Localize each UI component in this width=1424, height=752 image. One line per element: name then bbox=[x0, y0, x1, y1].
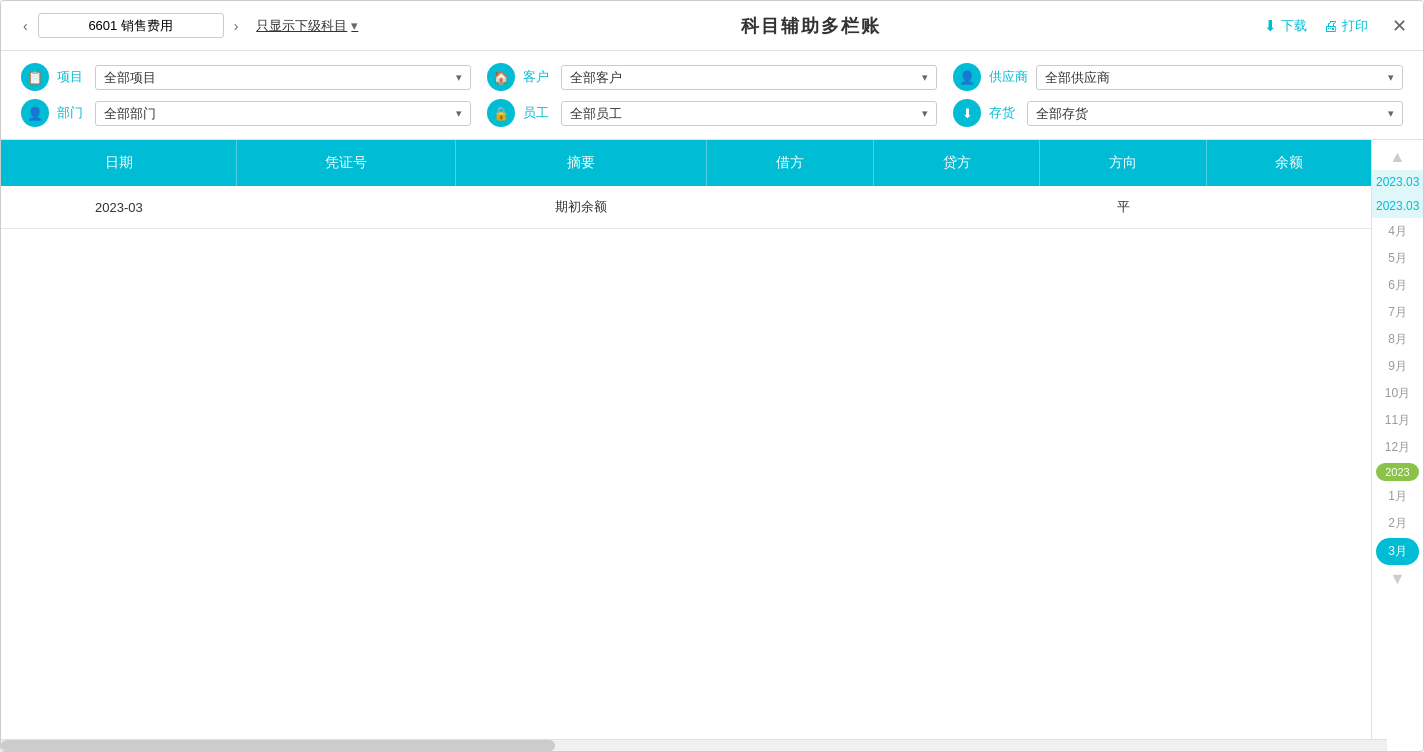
filter-item-employee: 🔒 员工 全部员工 ▾ bbox=[479, 95, 945, 131]
h-scrollbar-thumb[interactable] bbox=[1, 740, 555, 751]
timeline-month-5[interactable]: 5月 bbox=[1372, 245, 1423, 272]
customer-icon: 🏠 bbox=[487, 63, 515, 91]
timeline-month-8[interactable]: 8月 bbox=[1372, 326, 1423, 353]
project-select-wrapper[interactable]: 全部项目 ▾ bbox=[95, 65, 471, 90]
page-title: 科目辅助多栏账 bbox=[358, 14, 1264, 38]
timeline-month-9[interactable]: 9月 bbox=[1372, 353, 1423, 380]
employee-select-wrapper[interactable]: 全部员工 ▾ bbox=[561, 101, 937, 126]
timeline-month-4[interactable]: 4月 bbox=[1372, 218, 1423, 245]
col-credit: 贷方 bbox=[873, 140, 1040, 186]
toolbar-actions: ⬇ 下载 🖨 打印 ✕ bbox=[1264, 15, 1407, 37]
timeline-month-3-active[interactable]: 3月 bbox=[1376, 538, 1419, 565]
close-btn[interactable]: ✕ bbox=[1392, 15, 1407, 37]
col-summary: 摘要 bbox=[455, 140, 707, 186]
title-bar: ‹ › 只显示下级科目 ▾ 科目辅助多栏账 ⬇ 下载 🖨 打印 ✕ bbox=[1, 1, 1423, 51]
timeline-month-10[interactable]: 10月 bbox=[1372, 380, 1423, 407]
table-row: 2023-03 期初余额 平 bbox=[1, 186, 1371, 229]
col-voucher: 凭证号 bbox=[237, 140, 455, 186]
customer-select-wrapper[interactable]: 全部客户 ▾ bbox=[561, 65, 937, 90]
timeline-month-6[interactable]: 6月 bbox=[1372, 272, 1423, 299]
timeline-month-7[interactable]: 7月 bbox=[1372, 299, 1423, 326]
chevron-down-icon: ▾ bbox=[351, 18, 358, 33]
cell-direction: 平 bbox=[1040, 186, 1207, 229]
col-debit: 借方 bbox=[707, 140, 874, 186]
timeline-up-btn[interactable]: ▲ bbox=[1372, 144, 1423, 170]
inventory-icon: ⬇ bbox=[953, 99, 981, 127]
cell-credit bbox=[873, 186, 1040, 229]
customer-label: 客户 bbox=[523, 68, 553, 86]
project-label: 项目 bbox=[57, 68, 87, 86]
timeline-month-12[interactable]: 12月 bbox=[1372, 434, 1423, 461]
h-scrollbar[interactable] bbox=[1, 739, 1387, 751]
department-select[interactable]: 全部部门 bbox=[104, 106, 462, 121]
cell-balance bbox=[1206, 186, 1371, 229]
print-icon: 🖨 bbox=[1323, 17, 1338, 34]
inventory-label: 存货 bbox=[989, 104, 1019, 122]
timeline-down-btn[interactable]: ▼ bbox=[1372, 566, 1423, 592]
employee-select[interactable]: 全部员工 bbox=[570, 106, 928, 121]
download-btn[interactable]: ⬇ 下载 bbox=[1264, 17, 1307, 35]
col-direction: 方向 bbox=[1040, 140, 1207, 186]
account-code-input[interactable] bbox=[38, 13, 224, 38]
col-date: 日期 bbox=[1, 140, 237, 186]
table-header-row: 日期 凭证号 摘要 借方 贷方 方向 余额 bbox=[1, 140, 1371, 186]
timeline-month-2[interactable]: 2月 bbox=[1372, 510, 1423, 537]
next-account-btn[interactable]: › bbox=[228, 16, 245, 36]
filter-item-department: 👤 部门 全部部门 ▾ bbox=[13, 95, 479, 131]
prev-account-btn[interactable]: ‹ bbox=[17, 16, 34, 36]
timeline-panel: ▲ 2023.03 2023.03 4月 5月 6月 7月 8月 9月 10月 … bbox=[1371, 140, 1423, 739]
download-label: 下载 bbox=[1281, 17, 1307, 35]
show-sub-filter-btn[interactable]: 只显示下级科目 ▾ bbox=[256, 17, 358, 35]
inventory-select[interactable]: 全部存货 bbox=[1036, 106, 1394, 121]
filter-item-inventory: ⬇ 存货 全部存货 ▾ bbox=[945, 95, 1411, 131]
print-btn[interactable]: 🖨 打印 bbox=[1323, 17, 1368, 35]
timeline-year-2023[interactable]: 2023 bbox=[1376, 463, 1419, 481]
show-sub-filter-label: 只显示下级科目 bbox=[256, 17, 347, 35]
ledger-table: 日期 凭证号 摘要 借方 贷方 方向 余额 2023-03 期初余额 bbox=[1, 140, 1371, 229]
cell-debit bbox=[707, 186, 874, 229]
timeline-range-end[interactable]: 2023.03 bbox=[1372, 194, 1423, 218]
filter-item-supplier: 👤 供应商 全部供应商 ▾ bbox=[945, 59, 1411, 95]
supplier-label: 供应商 bbox=[989, 68, 1028, 86]
timeline-month-1[interactable]: 1月 bbox=[1372, 483, 1423, 510]
supplier-select-wrapper[interactable]: 全部供应商 ▾ bbox=[1036, 65, 1403, 90]
download-icon: ⬇ bbox=[1264, 17, 1277, 35]
timeline-range-start[interactable]: 2023.03 bbox=[1372, 170, 1423, 194]
col-balance: 余额 bbox=[1206, 140, 1371, 186]
table-area: 日期 凭证号 摘要 借方 贷方 方向 余额 2023-03 期初余额 bbox=[1, 140, 1423, 739]
employee-icon: 🔒 bbox=[487, 99, 515, 127]
cell-date: 2023-03 bbox=[1, 186, 237, 229]
table-wrapper[interactable]: 日期 凭证号 摘要 借方 贷方 方向 余额 2023-03 期初余额 bbox=[1, 140, 1371, 739]
filter-item-project: 📋 项目 全部项目 ▾ bbox=[13, 59, 479, 95]
customer-select[interactable]: 全部客户 bbox=[570, 70, 928, 85]
department-select-wrapper[interactable]: 全部部门 ▾ bbox=[95, 101, 471, 126]
supplier-icon: 👤 bbox=[953, 63, 981, 91]
main-window: ‹ › 只显示下级科目 ▾ 科目辅助多栏账 ⬇ 下载 🖨 打印 ✕ 📋 项目 bbox=[0, 0, 1424, 752]
filter-bar: 📋 项目 全部项目 ▾ 🏠 客户 全部客户 ▾ 👤 供应商 bbox=[1, 51, 1423, 140]
department-icon: 👤 bbox=[21, 99, 49, 127]
supplier-select[interactable]: 全部供应商 bbox=[1045, 70, 1394, 85]
project-icon: 📋 bbox=[21, 63, 49, 91]
print-label: 打印 bbox=[1342, 17, 1368, 35]
cell-summary: 期初余额 bbox=[455, 186, 707, 229]
department-label: 部门 bbox=[57, 104, 87, 122]
cell-voucher bbox=[237, 186, 455, 229]
inventory-select-wrapper[interactable]: 全部存货 ▾ bbox=[1027, 101, 1403, 126]
project-select[interactable]: 全部项目 bbox=[104, 70, 462, 85]
filter-item-customer: 🏠 客户 全部客户 ▾ bbox=[479, 59, 945, 95]
employee-label: 员工 bbox=[523, 104, 553, 122]
timeline-month-11[interactable]: 11月 bbox=[1372, 407, 1423, 434]
